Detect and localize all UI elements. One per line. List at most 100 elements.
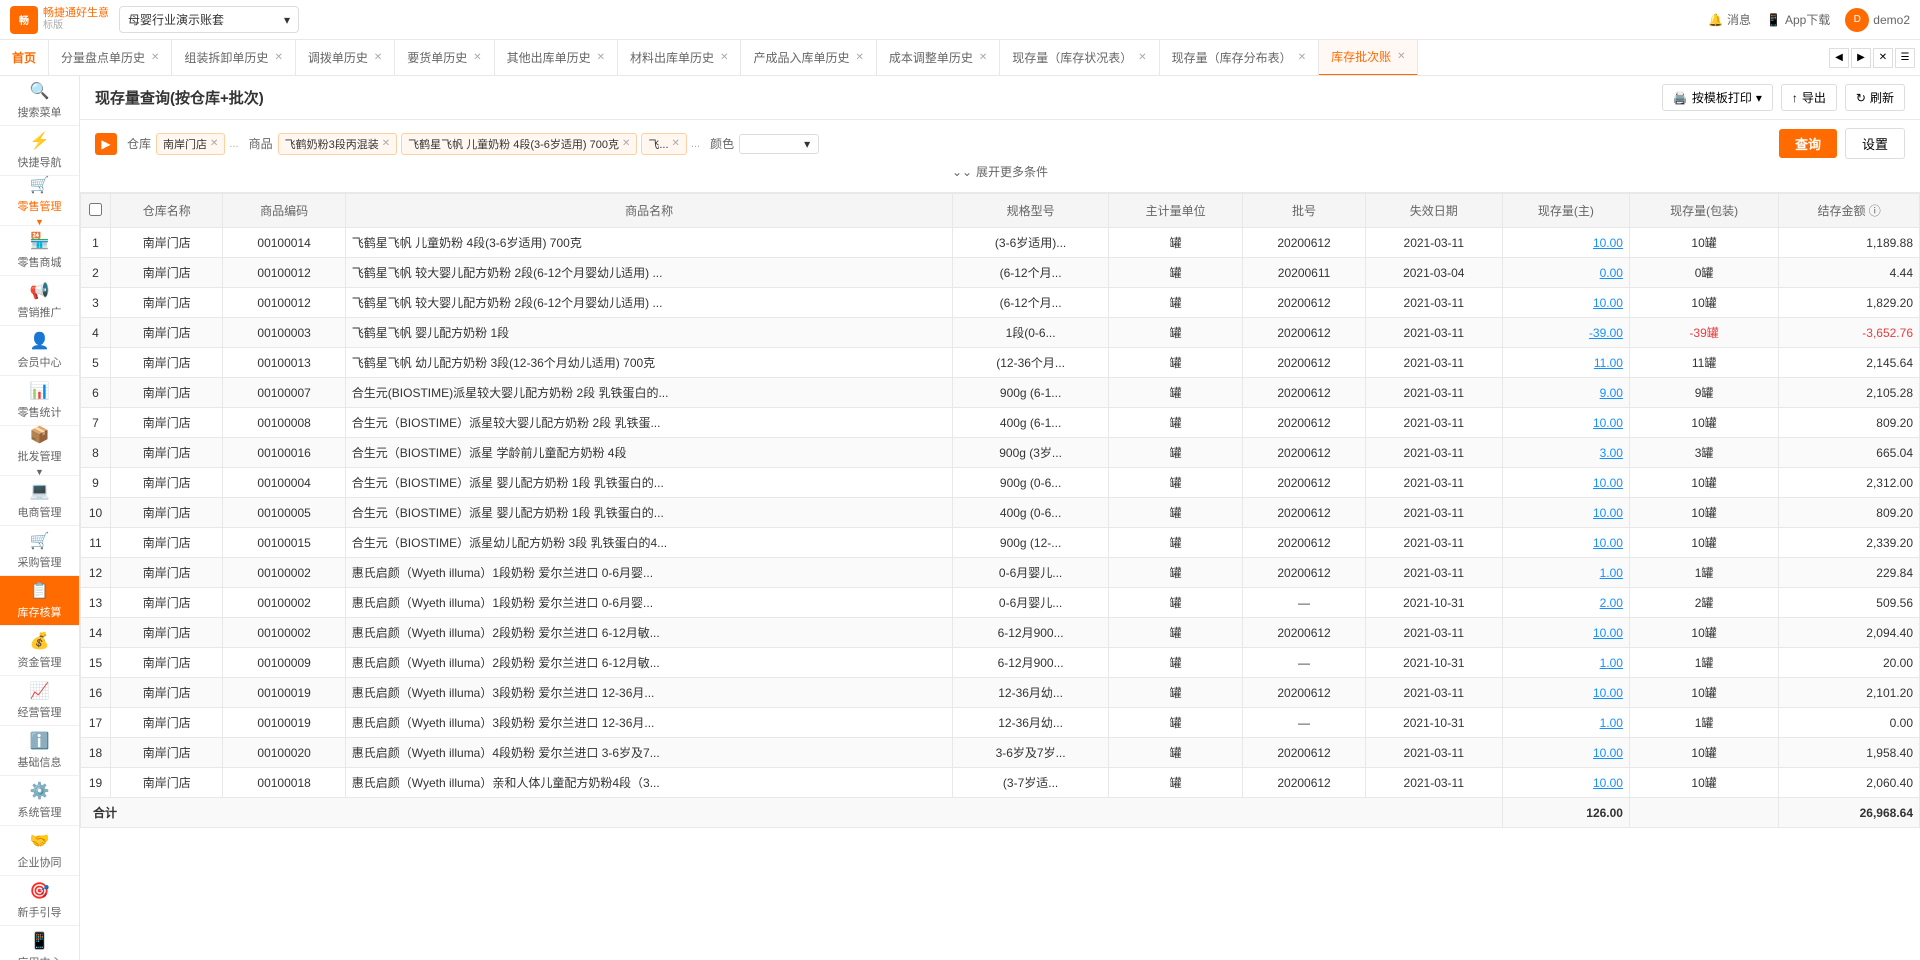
cell-qty-main[interactable]: 10.00: [1502, 528, 1629, 558]
tab-zuzhangchaijian[interactable]: 组装拆卸单历史 ✕: [172, 40, 295, 76]
close-icon[interactable]: ✕: [274, 52, 282, 63]
expand-more-btn[interactable]: ⌄⌄ 展开更多条件: [952, 163, 1048, 180]
close-icon[interactable]: ✕: [473, 52, 481, 63]
nav-prev-btn[interactable]: ◀: [1829, 48, 1849, 68]
product-filter-more[interactable]: ...: [691, 138, 700, 150]
sidebar-item-basics[interactable]: ℹ️ 基础信息: [0, 726, 79, 776]
sidebar-item-operations[interactable]: 📈 经营管理: [0, 676, 79, 726]
tab-xiancunliang1[interactable]: 现存量（库存状况表） ✕: [1000, 40, 1159, 76]
sidebar-item-search[interactable]: 🔍 搜索菜单: [0, 76, 79, 126]
cell-qty-main[interactable]: 2.00: [1502, 588, 1629, 618]
sidebar-item-guide[interactable]: 🎯 新手引导: [0, 876, 79, 926]
table-row: 5 南岸门店 00100013 飞鹤星飞帆 幼儿配方奶粉 3段(12-36个月幼…: [81, 348, 1920, 378]
export-button[interactable]: ↑ 导出: [1781, 84, 1837, 111]
sidebar-item-members[interactable]: 👤 会员中心: [0, 326, 79, 376]
tab-yaohuo[interactable]: 要货单历史 ✕: [395, 40, 494, 76]
tab-cailiaochu[interactable]: 材料出库单历史 ✕: [618, 40, 741, 76]
cell-qty-main[interactable]: 1.00: [1502, 708, 1629, 738]
cell-qty-main[interactable]: 10.00: [1502, 228, 1629, 258]
cell-spec: 900g (6-1...: [953, 378, 1108, 408]
close-icon[interactable]: ✕: [374, 52, 382, 63]
cell-no: 4: [81, 318, 111, 348]
cell-name: 合生元（BIOSTIME）派星幼儿配方奶粉 3段 乳铁蛋白的4...: [345, 528, 953, 558]
table-row: 11 南岸门店 00100015 合生元（BIOSTIME）派星幼儿配方奶粉 3…: [81, 528, 1920, 558]
cell-expire: 2021-03-11: [1365, 438, 1502, 468]
remove-product-tag-2[interactable]: ✕: [622, 138, 630, 149]
nav-close-btn[interactable]: ✕: [1873, 48, 1893, 68]
cell-qty-main[interactable]: 3.00: [1502, 438, 1629, 468]
sidebar-item-appcenter[interactable]: 📱 应用中心: [0, 926, 79, 960]
filter-more-btn[interactable]: ...: [229, 138, 238, 150]
cell-qty-main[interactable]: 10.00: [1502, 738, 1629, 768]
cell-unit: 罐: [1108, 348, 1243, 378]
tab-home[interactable]: 首页: [0, 40, 49, 76]
user-avatar[interactable]: D demo2: [1845, 8, 1910, 32]
tab-kucunpicizh[interactable]: 库存批次账 ✕: [1319, 40, 1418, 76]
nav-menu-btn[interactable]: ☰: [1895, 48, 1915, 68]
cell-name: 飞鹤星飞帆 幼儿配方奶粉 3段(12-36个月幼儿适用) 700克: [345, 348, 953, 378]
cell-qty-main[interactable]: -39.00: [1502, 318, 1629, 348]
color-select[interactable]: ▾: [739, 134, 819, 154]
cell-qty-main[interactable]: 10.00: [1502, 468, 1629, 498]
sidebar-item-retail-mgmt[interactable]: 🛒 零售管理 ▼: [0, 176, 79, 226]
top-right: 🔔 消息 📱 App下载 D demo2: [1708, 8, 1910, 32]
app-download-btn[interactable]: 📱 App下载: [1766, 11, 1830, 28]
remove-warehouse-tag[interactable]: ✕: [210, 138, 218, 149]
close-icon[interactable]: ✕: [855, 52, 863, 63]
cell-batch: 20200612: [1243, 288, 1365, 318]
cell-name: 惠氏启颜（Wyeth illuma）2段奶粉 爱尔兰进口 6-12月敏...: [345, 648, 953, 678]
cell-qty-main[interactable]: 1.00: [1502, 648, 1629, 678]
org-select[interactable]: 母婴行业演示账套 ▾: [119, 6, 299, 33]
refresh-button[interactable]: ↻ 刷新: [1845, 84, 1905, 111]
tab-diaobodanlishi[interactable]: 调拨单历史 ✕: [296, 40, 395, 76]
cell-qty-main[interactable]: 10.00: [1502, 618, 1629, 648]
sidebar-item-quicknav[interactable]: ⚡ 快捷导航: [0, 126, 79, 176]
nav-next-btn[interactable]: ▶: [1851, 48, 1871, 68]
remove-product-tag-3[interactable]: ✕: [672, 138, 680, 149]
sidebar-item-wholesale[interactable]: 📦 批发管理 ▼: [0, 426, 79, 476]
cell-qty-main[interactable]: 10.00: [1502, 498, 1629, 528]
cell-qty-main[interactable]: 10.00: [1502, 768, 1629, 798]
cell-qty-main[interactable]: 9.00: [1502, 378, 1629, 408]
sidebar-item-finance[interactable]: 💰 资金管理: [0, 626, 79, 676]
cell-expire: 2021-03-11: [1365, 288, 1502, 318]
cell-qty-main[interactable]: 10.00: [1502, 288, 1629, 318]
sidebar-item-retail-stats[interactable]: 📊 零售统计: [0, 376, 79, 426]
tab-qitachuku[interactable]: 其他出库单历史 ✕: [495, 40, 618, 76]
cell-qty-pkg: 1罐: [1629, 708, 1778, 738]
cell-spec: 6-12月900...: [953, 618, 1108, 648]
close-icon[interactable]: ✕: [151, 52, 159, 63]
remove-product-tag-1[interactable]: ✕: [382, 138, 390, 149]
query-button[interactable]: 查询: [1779, 129, 1837, 158]
select-all-checkbox[interactable]: [89, 203, 102, 216]
sidebar-item-inventory[interactable]: 📋 库存核算: [0, 576, 79, 626]
sidebar-item-collab[interactable]: 🤝 企业协同: [0, 826, 79, 876]
tab-fenliangpandian[interactable]: 分量盘点单历史 ✕: [49, 40, 172, 76]
cell-qty-main[interactable]: 1.00: [1502, 558, 1629, 588]
product-tag-3: 飞... ✕: [641, 133, 687, 155]
sidebar-item-marketing[interactable]: 📢 营销推广: [0, 276, 79, 326]
close-icon[interactable]: ✕: [979, 52, 987, 63]
tab-chengbendianji[interactable]: 成本调整单历史 ✕: [877, 40, 1000, 76]
sidebar-item-retail-mall[interactable]: 🏪 零售商城: [0, 226, 79, 276]
message-btn[interactable]: 🔔 消息: [1708, 11, 1751, 28]
close-icon[interactable]: ✕: [597, 52, 605, 63]
close-icon[interactable]: ✕: [1298, 52, 1306, 63]
cell-qty-main[interactable]: 10.00: [1502, 408, 1629, 438]
close-icon[interactable]: ✕: [1397, 51, 1405, 62]
cell-no: 7: [81, 408, 111, 438]
tab-xiancunliang2[interactable]: 现存量（库存分布表） ✕: [1160, 40, 1319, 76]
sidebar-item-system[interactable]: ⚙️ 系统管理: [0, 776, 79, 826]
setting-button[interactable]: 设置: [1845, 128, 1905, 159]
print-button[interactable]: 🖨️ 按模板打印 ▾: [1662, 84, 1773, 111]
cell-qty-main[interactable]: 0.00: [1502, 258, 1629, 288]
cell-qty-main[interactable]: 11.00: [1502, 348, 1629, 378]
close-icon[interactable]: ✕: [1138, 52, 1146, 63]
close-icon[interactable]: ✕: [720, 52, 728, 63]
tab-chanchengpin[interactable]: 产成品入库单历史 ✕: [741, 40, 876, 76]
cell-qty-main[interactable]: 10.00: [1502, 678, 1629, 708]
cell-amount: 2,105.28: [1779, 378, 1920, 408]
sidebar-item-purchase[interactable]: 🛒 采购管理: [0, 526, 79, 576]
sidebar-item-ecommerce[interactable]: 💻 电商管理: [0, 476, 79, 526]
filter-arrow-btn[interactable]: ▶: [95, 133, 117, 155]
